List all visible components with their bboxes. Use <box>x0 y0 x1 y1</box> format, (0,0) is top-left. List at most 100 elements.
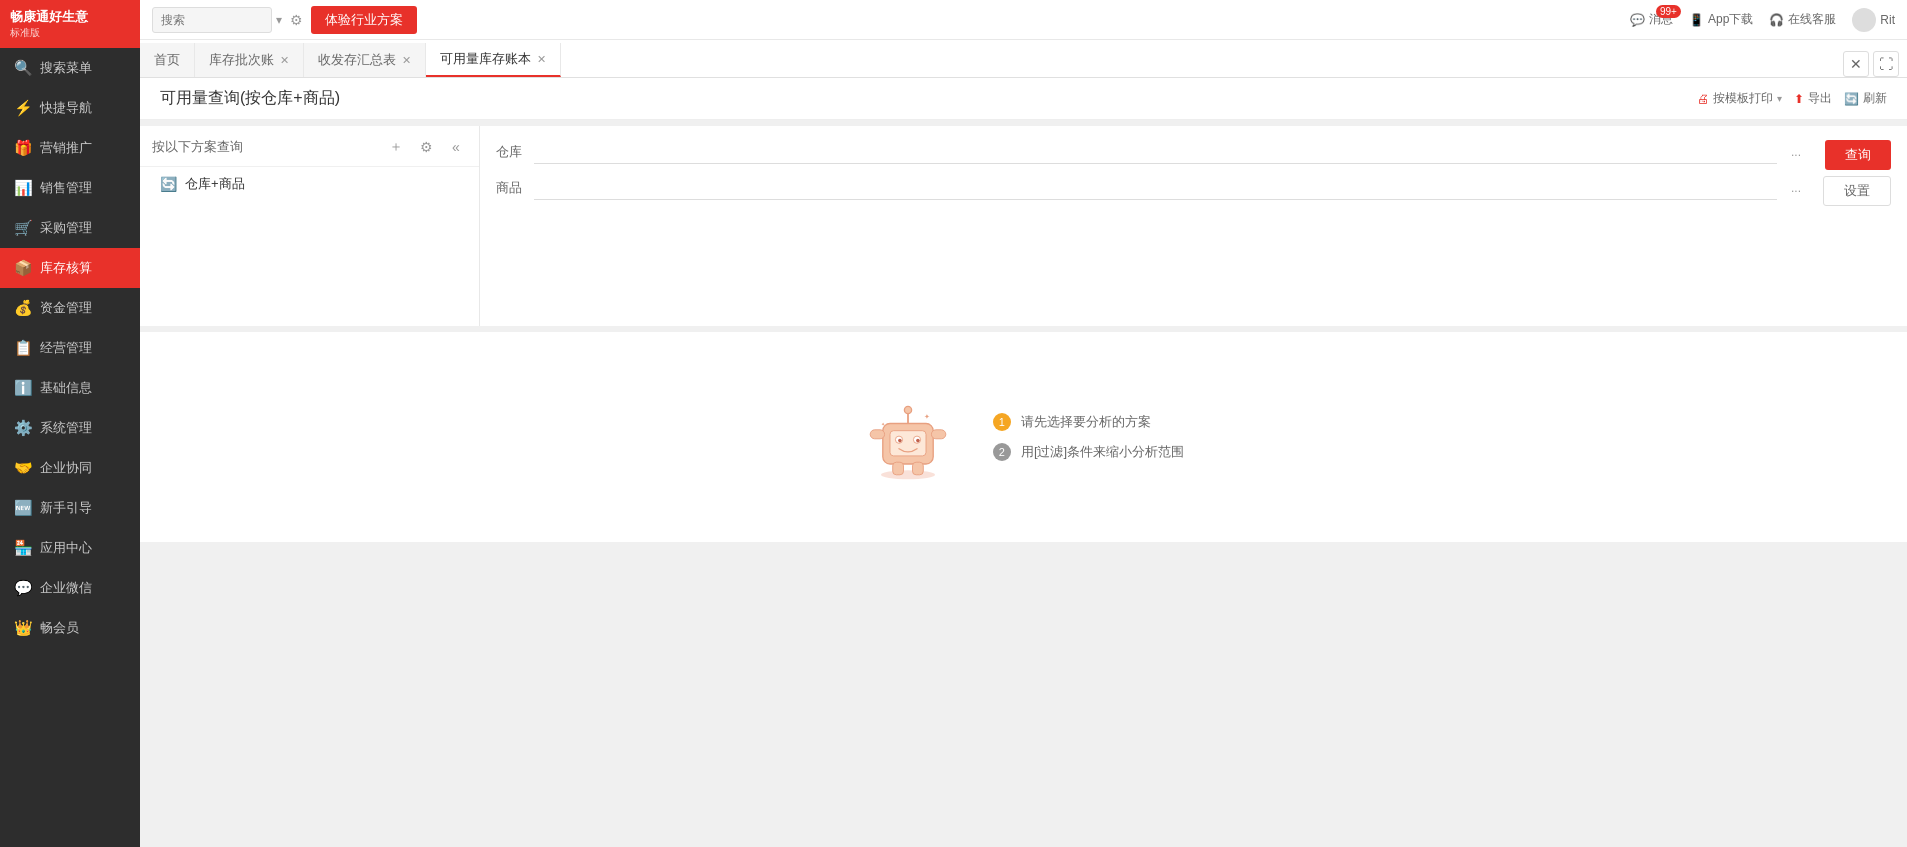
query-left-header: 按以下方案查询 ＋ ⚙ « <box>140 136 479 167</box>
tab-close-batch-account[interactable]: ✕ <box>280 54 289 67</box>
export-button[interactable]: ⬆ 导出 <box>1794 90 1832 107</box>
sidebar-item-finance[interactable]: 💰 资金管理 <box>0 288 140 328</box>
sidebar-item-label-enterprise: 企业协同 <box>40 459 92 477</box>
product-input[interactable] <box>534 176 1777 200</box>
page-content: 可用量查询(按仓库+商品) 🖨 按模板打印 ▾ ⬆ 导出 🔄 刷新 <box>140 78 1907 847</box>
print-button[interactable]: 🖨 按模板打印 ▾ <box>1697 90 1782 107</box>
query-panel: 按以下方案查询 ＋ ⚙ « 🔄 仓库+商品 仓库 <box>140 126 1907 326</box>
sidebar-item-sales[interactable]: 📊 销售管理 <box>0 168 140 208</box>
tip-number-1: 1 <box>993 413 1011 431</box>
refresh-label: 刷新 <box>1863 90 1887 107</box>
config-scheme-button[interactable]: ⚙ <box>415 136 437 158</box>
wechat-icon: 💬 <box>14 579 32 597</box>
warehouse-more-button[interactable]: ... <box>1785 143 1807 161</box>
message-badge: 99+ <box>1656 5 1681 18</box>
warehouse-input[interactable] <box>534 140 1777 164</box>
sidebar-item-label-marketing: 营销推广 <box>40 139 92 157</box>
sidebar-item-label-vip: 畅会员 <box>40 619 79 637</box>
sidebar-item-enterprise[interactable]: 🤝 企业协同 <box>0 448 140 488</box>
topbar-user[interactable]: Rit <box>1852 8 1895 32</box>
tab-home[interactable]: 首页 <box>140 43 195 77</box>
topbar-chevron-icon[interactable]: ▾ <box>276 13 282 27</box>
sidebar-item-purchase[interactable]: 🛒 采购管理 <box>0 208 140 248</box>
topbar-search-input[interactable] <box>152 7 272 33</box>
sidebar-item-search[interactable]: 🔍 搜索菜单 <box>0 48 140 88</box>
sidebar-item-basic[interactable]: ℹ️ 基础信息 <box>0 368 140 408</box>
sidebar-item-label-purchase: 采购管理 <box>40 219 92 237</box>
sidebar-item-label-operation: 经营管理 <box>40 339 92 357</box>
avatar <box>1852 8 1876 32</box>
quick-nav-icon: ⚡ <box>14 99 32 117</box>
collapse-button[interactable]: « <box>445 136 467 158</box>
svg-text:✦: ✦ <box>881 421 885 427</box>
enterprise-icon: 🤝 <box>14 459 32 477</box>
svg-point-6 <box>916 439 920 443</box>
close-tab-button[interactable]: ✕ <box>1843 51 1869 77</box>
newbie-icon: 🆕 <box>14 499 32 517</box>
tab-receive-summary[interactable]: 收发存汇总表✕ <box>304 43 426 77</box>
query-button[interactable]: 查询 <box>1825 140 1891 170</box>
empty-tips: 1 请先选择要分析的方案 2 用[过滤]条件来缩小分析范围 <box>993 413 1184 461</box>
tab-batch-account[interactable]: 库存批次账 ✕ <box>195 43 304 77</box>
purchase-icon: 🛒 <box>14 219 32 237</box>
sidebar-item-quick-nav[interactable]: ⚡ 快捷导航 <box>0 88 140 128</box>
sidebar-item-inventory[interactable]: 📦 库存核算 <box>0 248 140 288</box>
svg-rect-9 <box>893 462 904 475</box>
warehouse-field: 仓库 ... <box>496 140 1807 164</box>
print-label: 按模板打印 <box>1713 90 1773 107</box>
warehouse-label: 仓库 <box>496 143 526 161</box>
expand-tab-button[interactable]: ⛶ <box>1873 51 1899 77</box>
scheme-icon: 🔄 <box>160 176 177 192</box>
tip-text-1: 请先选择要分析的方案 <box>1021 413 1151 431</box>
page-header: 可用量查询(按仓库+商品) 🖨 按模板打印 ▾ ⬆ 导出 🔄 刷新 <box>140 78 1907 120</box>
product-field: 商品 ... <box>496 176 1807 200</box>
topbar-input-wrap: ▾ <box>152 7 282 33</box>
add-scheme-button[interactable]: ＋ <box>385 136 407 158</box>
vip-icon: 👑 <box>14 619 32 637</box>
svg-text:✦: ✦ <box>924 412 930 421</box>
main-content: ▾ ⚙ 体验行业方案 💬 消息 99+ 📱 App下载 🎧 在线客服 Rit <box>140 0 1907 847</box>
scheme-item-warehouse-product[interactable]: 🔄 仓库+商品 <box>140 167 479 201</box>
setting-button[interactable]: 设置 <box>1823 176 1891 206</box>
sidebar-item-operation[interactable]: 📋 经营管理 <box>0 328 140 368</box>
query-row-product: 商品 ... <box>496 176 1807 200</box>
tabs-bar: 首页库存批次账✕收发存汇总表✕可用量库存账本✕ ✕ ⛶ <box>140 40 1907 78</box>
export-icon: ⬆ <box>1794 92 1804 106</box>
tip-text-2: 用[过滤]条件来缩小分析范围 <box>1021 443 1184 461</box>
sidebar-item-label-quick-nav: 快捷导航 <box>40 99 92 117</box>
tab-available-stock[interactable]: 可用量库存账本✕ <box>426 43 561 77</box>
marketing-icon: 🎁 <box>14 139 32 157</box>
export-label: 导出 <box>1808 90 1832 107</box>
trial-button[interactable]: 体验行业方案 <box>311 6 417 34</box>
topbar-message[interactable]: 💬 消息 99+ <box>1630 11 1673 28</box>
sidebar-item-label-basic: 基础信息 <box>40 379 92 397</box>
sidebar-item-newbie[interactable]: 🆕 新手引导 <box>0 488 140 528</box>
query-row-warehouse: 仓库 ... <box>496 140 1807 164</box>
sidebar-item-app-center[interactable]: 🏪 应用中心 <box>0 528 140 568</box>
sidebar-item-label-finance: 资金管理 <box>40 299 92 317</box>
topbar-app-download[interactable]: 📱 App下载 <box>1689 11 1753 28</box>
query-right-panel: 仓库 ... 商品 ... <box>480 126 1907 326</box>
app-label: App下载 <box>1708 11 1753 28</box>
sidebar-item-wechat[interactable]: 💬 企业微信 <box>0 568 140 608</box>
sidebar-logo-title: 畅康通好生意 <box>10 8 88 26</box>
topbar-service[interactable]: 🎧 在线客服 <box>1769 11 1836 28</box>
headset-icon: 🎧 <box>1769 13 1784 27</box>
empty-tip-1: 1 请先选择要分析的方案 <box>993 413 1184 431</box>
sidebar-item-marketing[interactable]: 🎁 营销推广 <box>0 128 140 168</box>
sidebar-item-vip[interactable]: 👑 畅会员 <box>0 608 140 648</box>
empty-tip-2: 2 用[过滤]条件来缩小分析范围 <box>993 443 1184 461</box>
sidebar-logo: 畅康通好生意 标准版 <box>0 0 140 48</box>
tab-label-batch-account: 库存批次账 <box>209 51 274 69</box>
sidebar-item-label-sales: 销售管理 <box>40 179 92 197</box>
product-more-button[interactable]: ... <box>1785 179 1807 197</box>
topbar-gear-icon[interactable]: ⚙ <box>290 12 303 28</box>
refresh-button[interactable]: 🔄 刷新 <box>1844 90 1887 107</box>
operation-icon: 📋 <box>14 339 32 357</box>
sidebar: 畅康通好生意 标准版 🔍 搜索菜单 ⚡ 快捷导航 🎁 营销推广 📊 销售管理 🛒… <box>0 0 140 847</box>
message-icon: 💬 <box>1630 13 1645 27</box>
tab-close-receive-summary[interactable]: ✕ <box>402 54 411 67</box>
sidebar-item-label-app-center: 应用中心 <box>40 539 92 557</box>
sidebar-item-system[interactable]: ⚙️ 系统管理 <box>0 408 140 448</box>
tab-close-available-stock[interactable]: ✕ <box>537 53 546 66</box>
